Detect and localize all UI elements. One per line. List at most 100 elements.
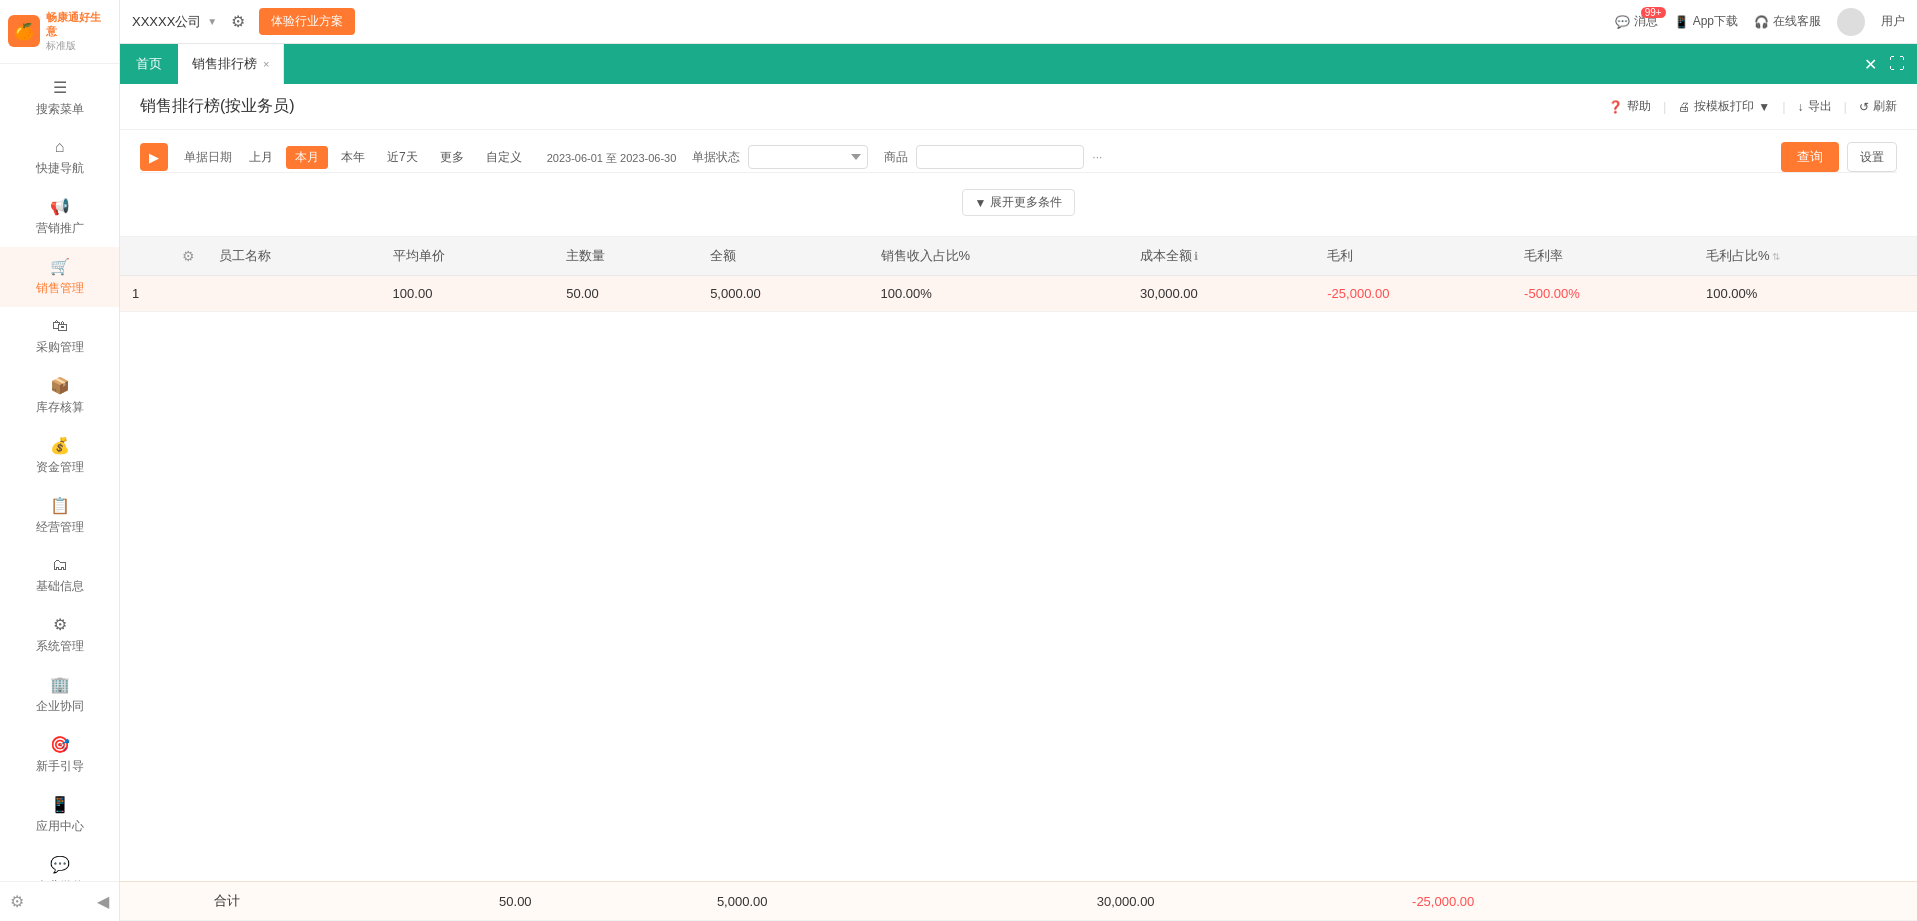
th-qty: 主数量 [554,237,698,276]
date-btn-more[interactable]: 更多 [431,146,473,169]
page-title: 销售排行榜(按业务员) [140,96,295,117]
date-btn-this-year[interactable]: 本年 [332,146,374,169]
sidebar-item-sales-mgmt[interactable]: 🛒 销售管理 [0,247,119,307]
date-btn-7days[interactable]: 近7天 [378,146,427,169]
main-area: XXXXX公司 ▼ ⚙ 体验行业方案 💬 消息 99+ 📱 App下载 🎧 在线… [120,0,1917,921]
online-service-btn[interactable]: 🎧 在线客服 [1754,13,1821,30]
purchase-icon: 🛍 [52,317,68,335]
th-profit: 毛利 [1315,237,1512,276]
goods-more-icon[interactable]: ··· [1092,150,1102,164]
tab-close-icon[interactable]: × [263,58,269,70]
query-button[interactable]: 查询 [1781,142,1839,172]
message-badge: 99+ [1641,7,1666,18]
sidebar-nav: ☰ 搜索菜单 ⌂ 快捷导航 📢 营销推广 🛒 销售管理 🛍 采购管理 📦 库存核… [0,64,119,881]
expand-row: ▼ 展开更多条件 [140,172,1897,224]
date-btns: 上月 本月 本年 近7天 更多 自定义 [240,146,531,169]
sidebar-item-marketing[interactable]: 📢 营销推广 [0,187,119,247]
app-name: 畅康通好生意 [46,10,111,39]
sys-icon: ⚙ [53,615,67,634]
headset-icon: 🎧 [1754,15,1769,29]
tab-close-window-icon[interactable]: ✕ [1864,55,1877,74]
sidebar-item-label: 搜索菜单 [36,101,84,118]
sidebar-item-label: 基础信息 [36,578,84,595]
app-version: 标准版 [46,39,111,53]
trial-button[interactable]: 体验行业方案 [259,8,355,35]
tab-expand-icon[interactable]: ⛶ [1889,55,1905,73]
table-area: ⚙ 员工名称 平均单价 主数量 全额 [120,237,1917,881]
home-icon: ⌂ [55,138,65,156]
sidebar-item-label: 库存核算 [36,399,84,416]
sidebar-item-label: 快捷导航 [36,160,84,177]
sidebar-item-basic-info[interactable]: 🗂 基础信息 [0,546,119,605]
sidebar-logo: 🍊 畅康通好生意 标准版 [0,0,119,64]
help-btn[interactable]: ❓ 帮助 [1608,98,1651,115]
goods-input[interactable] [916,145,1084,169]
sidebar-footer: ⚙ ◀ [0,881,119,921]
sidebar-item-quick-nav[interactable]: ⌂ 快捷导航 [0,128,119,187]
cell-rank: 1 [120,276,170,312]
cell-avg-price: 100.00 [381,276,555,312]
cost-info-icon[interactable]: ℹ [1194,250,1198,263]
sidebar-item-search-order[interactable]: ☰ 搜索菜单 [0,68,119,128]
date-btn-custom[interactable]: 自定义 [477,146,531,169]
sidebar-item-sys-mgmt[interactable]: ⚙ 系统管理 [0,605,119,665]
date-btn-prev-month[interactable]: 上月 [240,146,282,169]
refresh-btn[interactable]: ↺ 刷新 [1859,98,1897,115]
topbar-gear-icon[interactable]: ⚙ [231,12,245,31]
th-sales-pct: 销售收入占比% [869,237,1128,276]
th-cost: 成本全额 ℹ [1128,237,1315,276]
filter-toggle-btn[interactable]: ▶ [140,143,168,171]
sidebar-item-label: 采购管理 [36,339,84,356]
chevron-down-icon: ▼ [975,196,987,210]
expand-btn[interactable]: ▼ 展开更多条件 [962,189,1076,216]
company-name: XXXXX公司 [132,13,201,31]
filter-row: ▶ 单据日期 上月 本月 本年 近7天 更多 自定义 2023-06-01 至 … [140,142,1897,172]
status-select[interactable] [748,145,868,169]
filter-right-btns: 查询 设置 [1781,142,1897,172]
cell-settings [170,276,207,312]
summary-cost: 30,000.00 [1085,882,1400,921]
filter-area: ▶ 单据日期 上月 本月 本年 近7天 更多 自定义 2023-06-01 至 … [120,130,1917,237]
content-area: 销售排行榜(按业务员) ❓ 帮助 | 🖨 按模板打印 ▼ | ↓ 导出 | [120,84,1917,921]
export-btn[interactable]: ↓ 导出 [1798,98,1832,115]
column-settings-icon[interactable]: ⚙ [182,248,195,264]
tab-sales-rank[interactable]: 销售排行榜 × [178,44,284,84]
basic-info-icon: 🗂 [52,556,68,574]
settings-footer-icon[interactable]: ⚙ [10,892,24,911]
cell-amount: 5,000.00 [698,276,868,312]
avatar[interactable] [1837,8,1865,36]
sidebar-item-wx-biz[interactable]: 💬 企业微信 [0,845,119,881]
date-range-display: 2023-06-01 至 2023-06-30 [547,149,677,166]
cell-name [207,276,381,312]
sidebar-item-purchase-mgmt[interactable]: 🛍 采购管理 [0,307,119,366]
cell-profit-pct: 100.00% [1694,276,1917,312]
sidebar-item-inventory[interactable]: 📦 库存核算 [0,366,119,426]
th-profit-pct: 毛利占比% ⇅ [1694,237,1917,276]
company-selector[interactable]: XXXXX公司 ▼ [132,13,217,31]
sidebar-item-label: 销售管理 [36,280,84,297]
date-btn-this-month[interactable]: 本月 [286,146,328,169]
sidebar-item-guide[interactable]: 🎯 新手引导 [0,725,119,785]
message-btn[interactable]: 💬 消息 99+ [1615,13,1658,30]
th-amount: 全额 [698,237,868,276]
collapse-icon[interactable]: ◀ [97,892,109,911]
sidebar-item-label: 资金管理 [36,459,84,476]
sidebar-item-app-center[interactable]: 📱 应用中心 [0,785,119,845]
filter-goods-group: 商品 ··· [884,145,1102,169]
sidebar-item-label: 经营管理 [36,519,84,536]
sidebar-item-enterprise[interactable]: 🏢 企业协同 [0,665,119,725]
set-button[interactable]: 设置 [1847,142,1897,172]
online-service-label: 在线客服 [1773,13,1821,30]
topbar: XXXXX公司 ▼ ⚙ 体验行业方案 💬 消息 99+ 📱 App下载 🎧 在线… [120,0,1917,44]
sidebar-item-label: 新手引导 [36,758,84,775]
sidebar-item-ops[interactable]: 📋 经营管理 [0,486,119,546]
sidebar-item-funds[interactable]: 💰 资金管理 [0,426,119,486]
enterprise-icon: 🏢 [50,675,70,694]
print-btn[interactable]: 🖨 按模板打印 ▼ [1678,98,1770,115]
tab-home[interactable]: 首页 [120,44,178,84]
summary-amount: 5,000.00 [705,882,992,921]
app-download-btn[interactable]: 📱 App下载 [1674,13,1738,30]
summary-profit: -25,000.00 [1400,882,1732,921]
profit-pct-sort-icon[interactable]: ⇅ [1772,251,1780,262]
data-table: ⚙ 员工名称 平均单价 主数量 全额 [120,237,1917,312]
